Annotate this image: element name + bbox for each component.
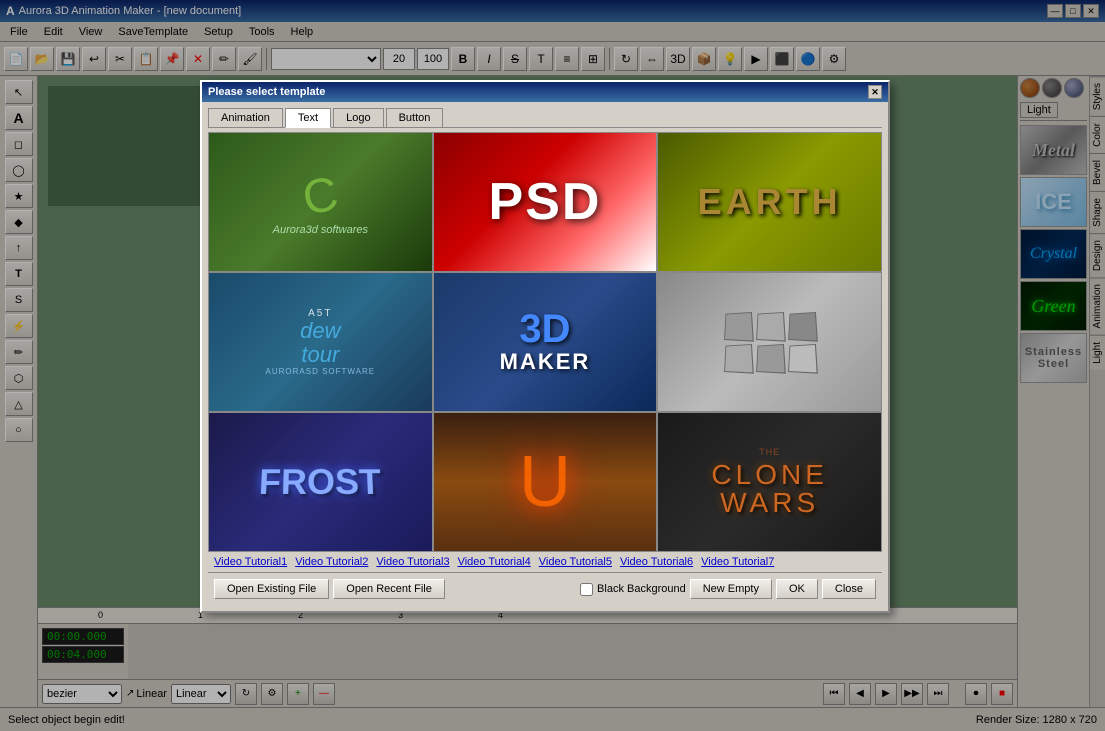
new-empty-button[interactable]: New Empty [690, 579, 772, 599]
tab-text[interactable]: Text [285, 108, 331, 128]
tab-button[interactable]: Button [386, 108, 444, 127]
modal-tabs: Animation Text Logo Button [208, 108, 882, 128]
template-fire[interactable]: U [434, 413, 657, 551]
tutorial-1[interactable]: Video Tutorial1 [214, 556, 287, 568]
tutorial-5[interactable]: Video Tutorial5 [539, 556, 612, 568]
open-recent-button[interactable]: Open Recent File [333, 579, 445, 599]
tutorial-2[interactable]: Video Tutorial2 [295, 556, 368, 568]
modal-body: Animation Text Logo Button C Aurora3d so… [202, 102, 888, 611]
template-3dmaker[interactable]: 3D MAKER [434, 273, 657, 411]
close-modal-button[interactable]: Close [822, 579, 876, 599]
black-bg-label: Black Background [597, 583, 686, 595]
tutorial-7[interactable]: Video Tutorial7 [701, 556, 774, 568]
tutorial-4[interactable]: Video Tutorial4 [458, 556, 531, 568]
tutorials: Video Tutorial1 Video Tutorial2 Video Tu… [208, 552, 882, 572]
modal-footer-right: Black Background New Empty OK Close [580, 579, 876, 599]
template-frost[interactable]: FROST [209, 413, 432, 551]
template-aurora3d[interactable]: C Aurora3d softwares [209, 133, 432, 271]
template-3d-blocks[interactable] [658, 273, 881, 411]
tutorial-3[interactable]: Video Tutorial3 [376, 556, 449, 568]
template-earth[interactable]: EARTH [658, 133, 881, 271]
template-modal: Please select template ✕ Animation Text … [200, 80, 890, 613]
ok-button[interactable]: OK [776, 579, 818, 599]
modal-footer: Open Existing File Open Recent File Blac… [208, 572, 882, 605]
modal-footer-left: Open Existing File Open Recent File [214, 579, 445, 599]
modal-close-button[interactable]: ✕ [868, 85, 882, 99]
template-grid: C Aurora3d softwares PSD EARTH A5T dewto… [208, 132, 882, 552]
black-bg-checkbox[interactable] [580, 583, 593, 596]
modal-title-text: Please select template [208, 86, 325, 98]
template-clone[interactable]: THE CLONEWARS [658, 413, 881, 551]
tutorial-6[interactable]: Video Tutorial6 [620, 556, 693, 568]
template-psd[interactable]: PSD [434, 133, 657, 271]
open-existing-button[interactable]: Open Existing File [214, 579, 329, 599]
template-dew[interactable]: A5T dewtour AURORASD SOFTWARE [209, 273, 432, 411]
tab-animation[interactable]: Animation [208, 108, 283, 127]
modal-title-bar: Please select template ✕ [202, 82, 888, 102]
tab-logo[interactable]: Logo [333, 108, 383, 127]
modal-overlay: Please select template ✕ Animation Text … [0, 0, 1105, 731]
